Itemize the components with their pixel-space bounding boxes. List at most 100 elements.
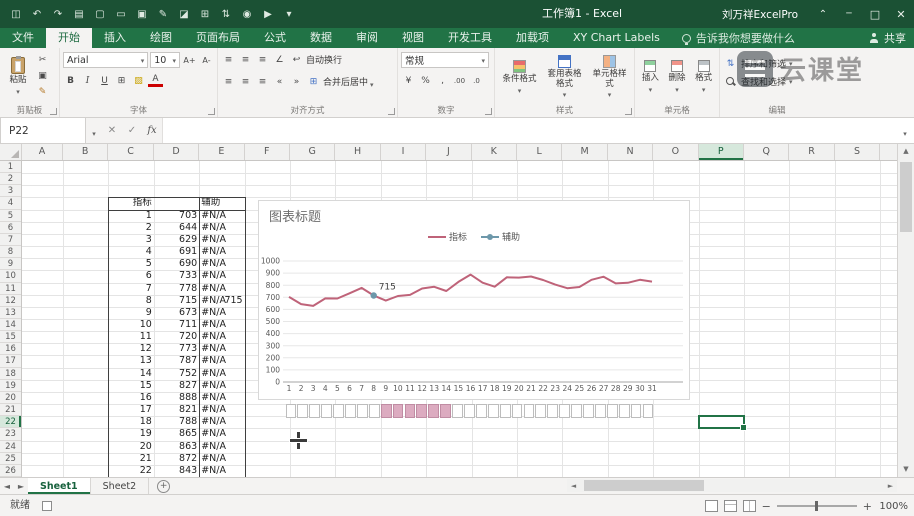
strip-cell-17[interactable] — [475, 404, 487, 418]
cell-metric-value[interactable]: 865 — [156, 428, 197, 440]
cell-metric-value[interactable]: 773 — [156, 343, 197, 355]
column-header-K[interactable]: K — [472, 144, 517, 160]
ribbon-tab-公式[interactable]: 公式 — [252, 28, 298, 48]
cell-day[interactable]: 5 — [110, 258, 152, 270]
bold-icon[interactable] — [63, 73, 78, 88]
cell-helper-value[interactable]: #N/A — [201, 210, 242, 222]
row-header-16[interactable]: 16 — [0, 343, 21, 356]
name-box[interactable]: P22 — [0, 118, 86, 143]
fill-color-icon[interactable] — [131, 73, 146, 88]
borders-icon[interactable] — [114, 73, 129, 88]
cell-helper-value[interactable]: #N/A — [201, 283, 242, 295]
row-header-25[interactable]: 25 — [0, 453, 21, 465]
copy-icon[interactable]: ▣ — [132, 5, 152, 23]
strip-cell-6[interactable] — [345, 404, 356, 418]
strip-cell-21[interactable] — [523, 404, 535, 418]
table-header-metric[interactable]: 指标 — [110, 197, 152, 209]
cell-metric-value[interactable]: 715 — [156, 295, 197, 307]
name-box-dropdown-icon[interactable] — [92, 121, 96, 140]
cell-helper-value[interactable]: #N/A — [201, 343, 242, 355]
sheet-nav-right-icon[interactable]: ► — [14, 478, 28, 494]
row-header-8[interactable]: 8 — [0, 246, 21, 259]
row-header-14[interactable]: 14 — [0, 319, 21, 332]
strip-cell-27[interactable] — [594, 404, 606, 418]
cell-day[interactable]: 8 — [110, 295, 152, 307]
cell-day[interactable]: 13 — [110, 355, 152, 367]
dialog-launc her-icon[interactable] — [208, 108, 215, 115]
cell-helper-value[interactable]: #N/A — [201, 404, 242, 416]
vertical-scroll-thumb[interactable] — [900, 162, 912, 232]
cell-day[interactable]: 16 — [110, 392, 152, 404]
ribbon-tab-开始[interactable]: 开始 — [46, 28, 92, 48]
strip-cell-5[interactable] — [333, 404, 344, 418]
cell-helper-value[interactable]: #N/A — [201, 258, 242, 270]
confirm-entry-icon[interactable] — [122, 118, 142, 143]
minimize-icon[interactable] — [836, 0, 862, 28]
tell-me-box[interactable]: 告诉我你想要做什么 — [672, 28, 805, 48]
cell-metric-value[interactable]: 720 — [156, 331, 197, 343]
chart-title[interactable]: 图表标题 — [269, 206, 321, 225]
align-top-icon[interactable] — [221, 52, 236, 67]
column-header-A[interactable]: A — [22, 144, 63, 160]
maximize-icon[interactable] — [862, 0, 888, 28]
column-header-D[interactable]: D — [154, 144, 200, 160]
dialog-launcher-icon[interactable] — [50, 108, 57, 115]
font-name-select[interactable]: Arial — [63, 52, 149, 68]
cell-day[interactable]: 19 — [110, 428, 152, 440]
strip-cell-13[interactable] — [428, 404, 440, 418]
font-color-icon[interactable] — [148, 74, 163, 87]
cell-day[interactable]: 21 — [110, 453, 152, 465]
ribbon-display-options-icon[interactable] — [810, 0, 836, 28]
column-header-I[interactable]: I — [381, 144, 427, 160]
row-header-19[interactable]: 19 — [0, 380, 21, 392]
new-sheet-icon[interactable] — [157, 479, 171, 493]
column-header-P[interactable]: P — [698, 144, 744, 160]
column-header-L[interactable]: L — [517, 144, 563, 160]
cell-day[interactable]: 10 — [110, 319, 152, 331]
legend-item-指标[interactable]: 指标 — [427, 230, 467, 243]
paste-button[interactable]: 粘贴 — [3, 52, 33, 102]
zoom-out-icon[interactable]: − — [762, 500, 771, 513]
chart[interactable]: 图表标题 指标 辅助 0 100 200 300 400 500 600 700 800 900 10… — [258, 200, 690, 400]
zoom-slider-thumb[interactable] — [814, 501, 818, 511]
dialog-launcher-icon[interactable] — [625, 108, 632, 115]
align-right-icon[interactable] — [255, 74, 270, 89]
orientation-icon[interactable] — [272, 52, 287, 67]
align-left-icon[interactable] — [221, 74, 236, 89]
conditional-formatting-button[interactable]: 条件格式 — [498, 59, 541, 97]
strip-cell-11[interactable] — [404, 404, 416, 418]
strip-cell-1[interactable] — [285, 404, 297, 418]
copy-icon[interactable] — [35, 68, 50, 83]
strip-cell-8[interactable] — [368, 404, 380, 418]
cell-metric-value[interactable]: 888 — [156, 392, 197, 404]
row-header-17[interactable]: 17 — [0, 355, 21, 368]
print-preview-icon[interactable]: ▤ — [69, 5, 89, 23]
cell-day[interactable]: 3 — [110, 234, 152, 246]
cell-helper-value[interactable]: #N/A — [201, 234, 242, 246]
cell-metric-value[interactable]: 691 — [156, 246, 197, 258]
cell-metric-value[interactable]: 827 — [156, 380, 197, 392]
row-header-22[interactable]: 22 — [0, 416, 21, 429]
column-header-F[interactable]: F — [245, 144, 290, 160]
strip-cell-19[interactable] — [499, 404, 511, 418]
format-cells-button[interactable]: 格式 — [691, 60, 716, 96]
ribbon-tab-页面布局[interactable]: 页面布局 — [184, 28, 252, 48]
percent-style-icon[interactable] — [418, 73, 433, 88]
cell-metric-value[interactable]: 711 — [156, 319, 197, 331]
strip-cell-30[interactable] — [630, 404, 642, 418]
cell-day[interactable]: 14 — [110, 368, 152, 380]
column-header-Q[interactable]: Q — [744, 144, 790, 160]
number-format-select[interactable]: 常规 — [401, 52, 489, 68]
cell-styles-button[interactable]: 单元格样式 — [588, 54, 631, 101]
ribbon-tab-绘图[interactable]: 绘图 — [138, 28, 184, 48]
column-header-S[interactable]: S — [835, 144, 881, 160]
strip-cell-14[interactable] — [440, 404, 452, 418]
undo-icon[interactable]: ↶ — [27, 5, 47, 23]
wrap-text-icon[interactable] — [289, 52, 304, 67]
align-bottom-icon[interactable] — [255, 52, 270, 67]
row-header-3[interactable]: 3 — [0, 185, 21, 198]
column-header-G[interactable]: G — [290, 144, 336, 160]
customize-toolbar-icon[interactable]: ▾ — [279, 5, 299, 23]
cell-metric-value[interactable]: 690 — [156, 258, 197, 270]
cell-metric-value[interactable]: 872 — [156, 453, 197, 465]
